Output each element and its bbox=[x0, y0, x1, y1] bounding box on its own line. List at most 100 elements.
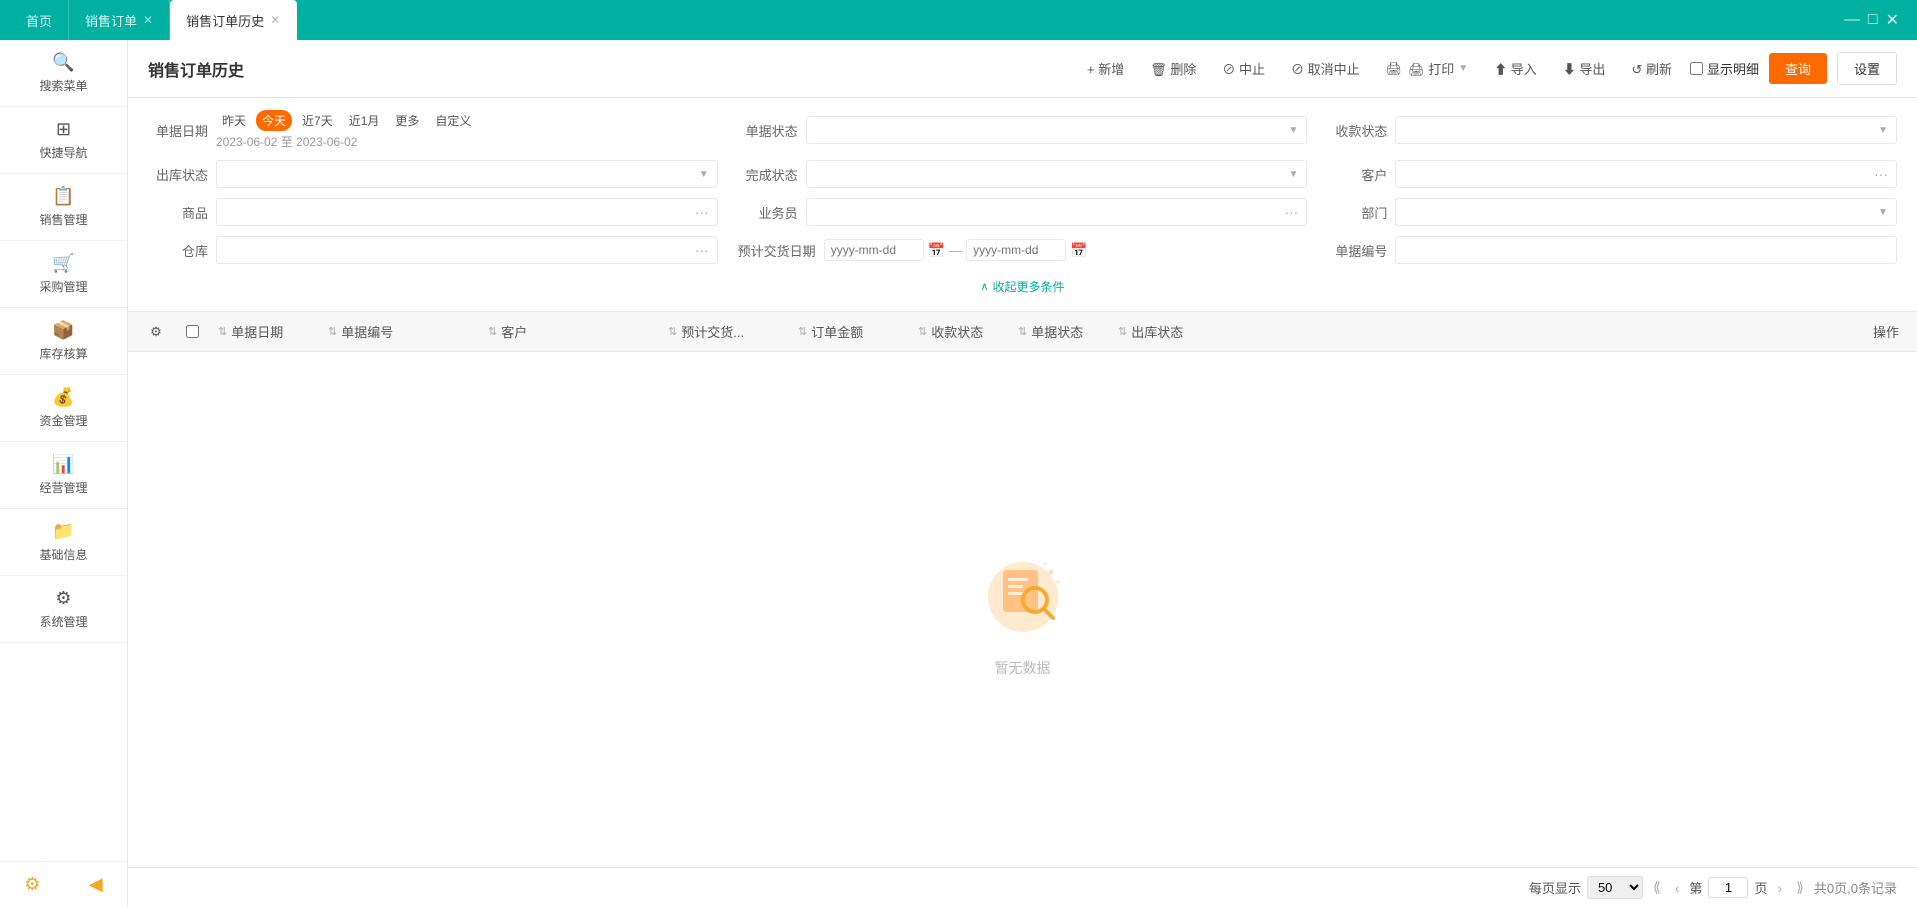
product-dots-icon: ··· bbox=[695, 204, 709, 220]
filter-warehouse-control[interactable]: ··· bbox=[216, 236, 718, 264]
sidebar-item-quick-nav[interactable]: ⊞ 快捷导航 bbox=[0, 107, 127, 174]
th-customer[interactable]: ⇅ 客户 bbox=[480, 322, 660, 341]
sidebar-item-inventory[interactable]: 📦 库存核算 bbox=[0, 308, 127, 375]
new-btn[interactable]: + 新增 bbox=[1079, 55, 1132, 82]
tab-home-label: 首页 bbox=[26, 11, 52, 30]
window-max-btn[interactable]: □ bbox=[1868, 11, 1878, 29]
tab-sales-order-history-label: 销售订单历史 bbox=[186, 11, 264, 30]
pagination: 每页显示 50 10 20 100 ⟪ ‹ 第 页 › ⟫ 共0页,0条记录 bbox=[1529, 876, 1897, 899]
export-btn[interactable]: ⬇ 导出 bbox=[1555, 55, 1614, 82]
sidebar-item-operations[interactable]: 📊 经营管理 bbox=[0, 442, 127, 509]
filter-customer-control[interactable]: ··· bbox=[1395, 160, 1897, 188]
window-close-btn[interactable]: ✕ bbox=[1886, 10, 1899, 30]
filter-department-label: 部门 bbox=[1327, 203, 1387, 222]
last-page-btn[interactable]: ⟫ bbox=[1792, 877, 1808, 898]
table-header: ⚙ ⇅ 单据日期 ⇅ 单据编号 ⇅ 客户 ⇅ bbox=[128, 312, 1917, 352]
date-1month-btn[interactable]: 近1月 bbox=[343, 110, 386, 131]
sidebar-item-sales[interactable]: 📋 销售管理 bbox=[0, 174, 127, 241]
warehouse-dots-icon: ··· bbox=[695, 242, 709, 258]
sidebar-settings-icon[interactable]: ⚙ bbox=[24, 874, 40, 895]
th-order-status[interactable]: ⇅ 单据状态 bbox=[1010, 322, 1110, 341]
next-page-btn[interactable]: › bbox=[1773, 878, 1786, 898]
complete-status-arrow-icon: ▼ bbox=[1288, 169, 1298, 180]
tab-sales-order-history[interactable]: 销售订单历史 ✕ bbox=[170, 0, 297, 40]
sidebar: 🔍 搜索菜单 ⊞ 快捷导航 📋 销售管理 🛒 采购管理 📦 库存核算 💰 资金管… bbox=[0, 40, 128, 907]
filter-out-status: 出库状态 ▼ bbox=[148, 160, 718, 188]
stop-btn[interactable]: ⊘ 中止 bbox=[1214, 55, 1273, 82]
print-label: 🖨 打印 bbox=[1408, 59, 1454, 78]
settings-button[interactable]: 设置 bbox=[1837, 52, 1897, 85]
th-amount-sort-icon: ⇅ bbox=[798, 325, 807, 338]
th-out-status[interactable]: ⇅ 出库状态 bbox=[1110, 322, 1210, 341]
sidebar-search[interactable]: 🔍 搜索菜单 bbox=[0, 40, 127, 107]
tab-sales-order[interactable]: 销售订单 ✕ bbox=[69, 0, 170, 40]
date-today-btn[interactable]: 今天 bbox=[256, 110, 292, 131]
th-customer-label: 客户 bbox=[501, 322, 527, 341]
filter-complete-status-control[interactable]: ▼ bbox=[806, 160, 1308, 188]
filter-product-control[interactable]: ··· bbox=[216, 198, 718, 226]
select-all-checkbox[interactable] bbox=[186, 325, 199, 338]
sidebar-bottom: ⚙ ◀ bbox=[0, 861, 127, 907]
top-bar: 首页 销售订单 ✕ 销售订单历史 ✕ — □ ✕ bbox=[0, 0, 1917, 40]
filter-department-control[interactable]: ▼ bbox=[1395, 198, 1897, 226]
th-amount[interactable]: ⇅ 订单金额 bbox=[790, 322, 910, 341]
tab-sales-order-close[interactable]: ✕ bbox=[143, 13, 153, 27]
filter-payment-status-control[interactable]: ▼ bbox=[1395, 116, 1897, 144]
delivery-date-start-input[interactable] bbox=[824, 239, 924, 261]
sidebar-item-purchase-label: 采购管理 bbox=[39, 278, 87, 295]
date-custom-btn[interactable]: 自定义 bbox=[429, 110, 477, 131]
delete-btn[interactable]: 🗑 删除 bbox=[1142, 55, 1204, 82]
th-pay-status[interactable]: ⇅ 收款状态 bbox=[910, 322, 1010, 341]
th-customer-sort-icon: ⇅ bbox=[488, 325, 497, 338]
filter-salesperson-control[interactable]: ··· bbox=[806, 198, 1308, 226]
finance-icon: 💰 bbox=[52, 387, 74, 408]
delivery-date-start-cal-icon[interactable]: 📅 bbox=[928, 242, 945, 259]
tab-home[interactable]: 首页 bbox=[10, 0, 69, 40]
page-size-select[interactable]: 50 10 20 100 bbox=[1587, 876, 1643, 899]
th-delivery[interactable]: ⇅ 预计交货... bbox=[660, 322, 790, 341]
th-checkbox[interactable] bbox=[174, 325, 210, 338]
th-out-status-sort-icon: ⇅ bbox=[1118, 325, 1127, 338]
filter-out-status-control[interactable]: ▼ bbox=[216, 160, 718, 188]
empty-text: 暂无数据 bbox=[995, 658, 1051, 678]
refresh-btn[interactable]: ↺ 刷新 bbox=[1623, 55, 1680, 82]
quick-nav-icon: ⊞ bbox=[56, 119, 71, 140]
print-btn[interactable]: 🖨 🖨 打印 ▼ bbox=[1378, 55, 1477, 82]
prev-page-btn[interactable]: ‹ bbox=[1671, 878, 1684, 898]
import-btn[interactable]: ⬆ 导入 bbox=[1486, 55, 1545, 82]
cancel-stop-btn[interactable]: ⊘ 取消中止 bbox=[1283, 55, 1368, 82]
page-size-label: 每页显示 bbox=[1529, 878, 1581, 897]
sidebar-item-base-info[interactable]: 📁 基础信息 bbox=[0, 509, 127, 576]
filter-department: 部门 ▼ bbox=[1327, 198, 1897, 226]
filter-order-status-control[interactable]: ▼ bbox=[806, 116, 1308, 144]
sidebar-collapse-icon[interactable]: ◀ bbox=[89, 874, 103, 895]
search-icon: 🔍 bbox=[52, 52, 74, 73]
date-yesterday-btn[interactable]: 昨天 bbox=[216, 110, 252, 131]
show-detail-checkbox[interactable] bbox=[1690, 62, 1703, 75]
query-button[interactable]: 查询 bbox=[1769, 53, 1827, 84]
delivery-date-end-cal-icon[interactable]: 📅 bbox=[1070, 242, 1087, 259]
delivery-date-end-input[interactable] bbox=[966, 239, 1066, 261]
page-number-input[interactable] bbox=[1708, 877, 1748, 898]
tab-sales-order-history-close[interactable]: ✕ bbox=[270, 13, 280, 27]
sidebar-item-finance[interactable]: 💰 资金管理 bbox=[0, 375, 127, 442]
tab-sales-order-label: 销售订单 bbox=[85, 11, 137, 30]
show-detail-checkbox-label[interactable]: 显示明细 bbox=[1690, 59, 1759, 78]
th-settings[interactable]: ⚙ bbox=[138, 324, 174, 340]
payment-status-arrow-icon: ▼ bbox=[1878, 125, 1888, 136]
th-date[interactable]: ⇅ 单据日期 bbox=[210, 322, 320, 341]
first-page-btn[interactable]: ⟪ bbox=[1649, 877, 1665, 898]
sidebar-item-purchase[interactable]: 🛒 采购管理 bbox=[0, 241, 127, 308]
date-more-btn[interactable]: 更多 bbox=[389, 110, 425, 131]
sidebar-item-system[interactable]: ⚙ 系统管理 bbox=[0, 576, 127, 643]
table-area: ⚙ ⇅ 单据日期 ⇅ 单据编号 ⇅ 客户 ⇅ bbox=[128, 312, 1917, 867]
empty-illustration bbox=[973, 542, 1073, 642]
filter-order-no-control[interactable] bbox=[1395, 236, 1897, 264]
filter-order-status: 单据状态 ▼ bbox=[738, 116, 1308, 144]
filter-complete-status: 完成状态 ▼ bbox=[738, 160, 1308, 188]
date-7days-btn[interactable]: 近7天 bbox=[296, 110, 339, 131]
main-layout: 🔍 搜索菜单 ⊞ 快捷导航 📋 销售管理 🛒 采购管理 📦 库存核算 💰 资金管… bbox=[0, 40, 1917, 907]
window-min-btn[interactable]: — bbox=[1844, 11, 1860, 29]
th-number[interactable]: ⇅ 单据编号 bbox=[320, 322, 480, 341]
collapse-row[interactable]: ∧ 收起更多条件 bbox=[148, 274, 1897, 299]
